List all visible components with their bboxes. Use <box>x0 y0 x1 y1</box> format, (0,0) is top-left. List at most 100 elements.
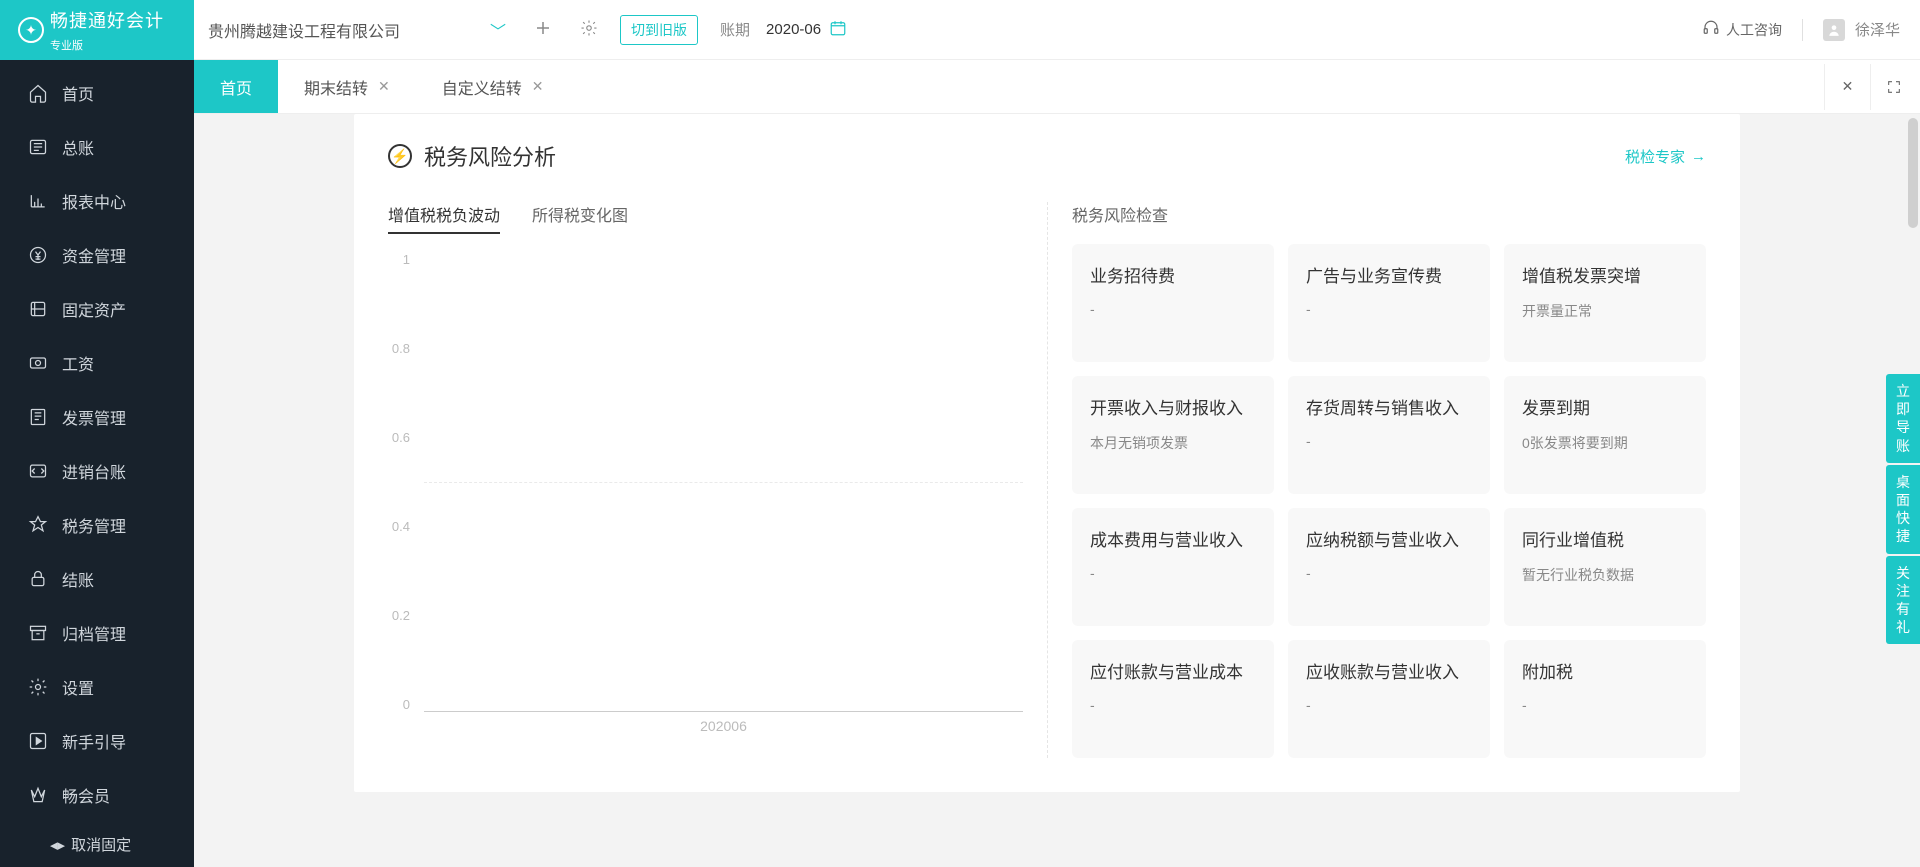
tab-home[interactable]: 首页 <box>194 60 278 113</box>
risk-card[interactable]: 存货周转与销售收入 - <box>1288 376 1490 494</box>
nav-funds[interactable]: 资金管理 <box>0 228 194 282</box>
company-name: 贵州腾越建设工程有限公司 <box>208 18 400 42</box>
nav-invoice[interactable]: 发票管理 <box>0 390 194 444</box>
close-icon[interactable]: ✕ <box>378 78 390 95</box>
switch-old-button[interactable]: 切到旧版 <box>620 15 698 45</box>
risk-card[interactable]: 应收账款与营业收入- <box>1288 640 1490 758</box>
chart: 1 0.8 0.6 0.4 0.2 0 <box>388 252 1023 752</box>
risk-card[interactable]: 附加税- <box>1504 640 1706 758</box>
scrollbar[interactable] <box>1908 118 1918 228</box>
nav-vip[interactable]: 畅会员 <box>0 768 194 822</box>
nav-jxtz[interactable]: 进销台账 <box>0 444 194 498</box>
nav-salary[interactable]: 工资 <box>0 336 194 390</box>
period-value: 2020-06 <box>766 21 821 38</box>
nav-label: 发票管理 <box>62 405 126 429</box>
tab-label: 首页 <box>220 75 252 99</box>
risk-card-sub: 本月无销项发票 <box>1090 433 1256 453</box>
float-follow[interactable]: 关注有礼 <box>1886 556 1920 645</box>
float-shortcut[interactable]: 桌面快捷 <box>1886 465 1920 554</box>
fullscreen-button[interactable] <box>1870 64 1916 110</box>
inout-icon <box>28 461 48 481</box>
nav-label: 固定资产 <box>62 297 126 321</box>
asset-icon <box>28 299 48 319</box>
user-menu[interactable]: 徐泽华 <box>1823 19 1900 41</box>
y-axis: 1 0.8 0.6 0.4 0.2 0 <box>388 252 410 712</box>
user-name: 徐泽华 <box>1855 19 1900 40</box>
risk-card[interactable]: 开票收入与财报收入本月无销项发票 <box>1072 376 1274 494</box>
chart-icon <box>28 191 48 211</box>
invoice-icon <box>28 407 48 427</box>
add-button[interactable] <box>534 19 552 40</box>
money-icon <box>28 245 48 265</box>
chart-side: 增值税税负波动 所得税变化图 1 0.8 0.6 0.4 0.2 <box>388 202 1048 758</box>
tab-custom-close[interactable]: 自定义结转✕ <box>416 60 570 113</box>
plot-area <box>424 252 1023 712</box>
risk-card-title: 增值税发票突增 <box>1522 262 1688 287</box>
risk-card[interactable]: 业务招待费- <box>1072 244 1274 362</box>
period-label: 账期 <box>720 19 750 40</box>
nav-home[interactable]: 首页 <box>0 66 194 120</box>
chart-tab-income-tax[interactable]: 所得税变化图 <box>532 202 628 234</box>
chevron-down-icon: ﹀ <box>490 18 506 42</box>
calendar-icon[interactable] <box>829 19 847 40</box>
risk-card-title: 存货周转与销售收入 <box>1306 394 1472 419</box>
risk-card-title: 发票到期 <box>1522 394 1688 419</box>
chart-tab-vat[interactable]: 增值税税负波动 <box>388 202 500 234</box>
tabstrip: 首页 期末结转✕ 自定义结转✕ ✕ <box>194 60 1920 114</box>
settings-button[interactable] <box>580 19 598 40</box>
nav-label: 畅会员 <box>62 783 110 807</box>
nav-closing[interactable]: 结账 <box>0 552 194 606</box>
company-picker[interactable]: 贵州腾越建设工程有限公司 ﹀ <box>208 18 506 42</box>
nav-label: 税务管理 <box>62 513 126 537</box>
content: ⚡ 税务风险分析 税检专家 → 增值税税负波动 所得税变化图 <box>194 114 1920 867</box>
close-all-tabs[interactable]: ✕ <box>1824 64 1870 110</box>
risk-card-sub: - <box>1306 433 1472 449</box>
sidebar: ✦ 畅捷通好会计 专业版 首页 总账 报表中心 资金管理 固定资产 工资 发票管… <box>0 0 194 867</box>
risk-card[interactable]: 增值税发票突增开票量正常 <box>1504 244 1706 362</box>
risk-card-sub: - <box>1306 301 1472 317</box>
nav: 首页 总账 报表中心 资金管理 固定资产 工资 发票管理 进销台账 税务管理 结… <box>0 60 194 822</box>
tax-expert-link[interactable]: 税检专家 → <box>1625 146 1706 167</box>
nav-label: 资金管理 <box>62 243 126 267</box>
risk-card-sub: - <box>1306 565 1472 581</box>
nav-archive[interactable]: 归档管理 <box>0 606 194 660</box>
logo-icon: ✦ <box>18 17 44 43</box>
close-icon[interactable]: ✕ <box>532 78 544 95</box>
risk-card-title: 开票收入与财报收入 <box>1090 394 1256 419</box>
support-link[interactable]: 人工咨询 <box>1702 19 1782 40</box>
risk-card-sub: - <box>1090 697 1256 713</box>
nav-label: 新手引导 <box>62 729 126 753</box>
risk-card-title: 应收账款与营业收入 <box>1306 658 1472 683</box>
logo: ✦ 畅捷通好会计 专业版 <box>0 0 194 60</box>
nav-settings[interactable]: 设置 <box>0 660 194 714</box>
risk-card[interactable]: 应纳税额与营业收入- <box>1288 508 1490 626</box>
float-buttons: 立即导账 桌面快捷 关注有礼 <box>1886 374 1920 646</box>
risk-card[interactable]: 发票到期0张发票将要到期 <box>1504 376 1706 494</box>
nav-guide[interactable]: 新手引导 <box>0 714 194 768</box>
tab-period-close[interactable]: 期末结转✕ <box>278 60 416 113</box>
risk-card[interactable]: 应付账款与营业成本 - <box>1072 640 1274 758</box>
nav-fixed-assets[interactable]: 固定资产 <box>0 282 194 336</box>
gear-icon <box>28 677 48 697</box>
risk-card[interactable]: 广告与业务宣传费- <box>1288 244 1490 362</box>
sidebar-foot-label: 取消固定 <box>71 834 131 855</box>
risk-card-sub: 暂无行业税负数据 <box>1522 565 1688 585</box>
float-import[interactable]: 立即导账 <box>1886 374 1920 463</box>
risk-card-sub: - <box>1090 301 1256 317</box>
nav-tax[interactable]: 税务管理 <box>0 498 194 552</box>
risk-card[interactable]: 同行业增值税暂无行业税负数据 <box>1504 508 1706 626</box>
divider <box>1802 19 1803 41</box>
nav-label: 报表中心 <box>62 189 126 213</box>
unpin-arrow-icon: ◂▸ <box>50 836 65 854</box>
bolt-icon: ⚡ <box>388 144 412 168</box>
support-label: 人工咨询 <box>1726 20 1782 40</box>
nav-ledger[interactable]: 总账 <box>0 120 194 174</box>
nav-label: 归档管理 <box>62 621 126 645</box>
lock-icon <box>28 569 48 589</box>
logo-title: 畅捷通好会计 <box>50 7 164 33</box>
risk-card-title: 应付账款与营业成本 <box>1090 658 1256 683</box>
risk-card[interactable]: 成本费用与营业收入- <box>1072 508 1274 626</box>
nav-reports[interactable]: 报表中心 <box>0 174 194 228</box>
sidebar-unpin[interactable]: ◂▸ 取消固定 <box>0 822 194 867</box>
nav-label: 结账 <box>62 567 94 591</box>
